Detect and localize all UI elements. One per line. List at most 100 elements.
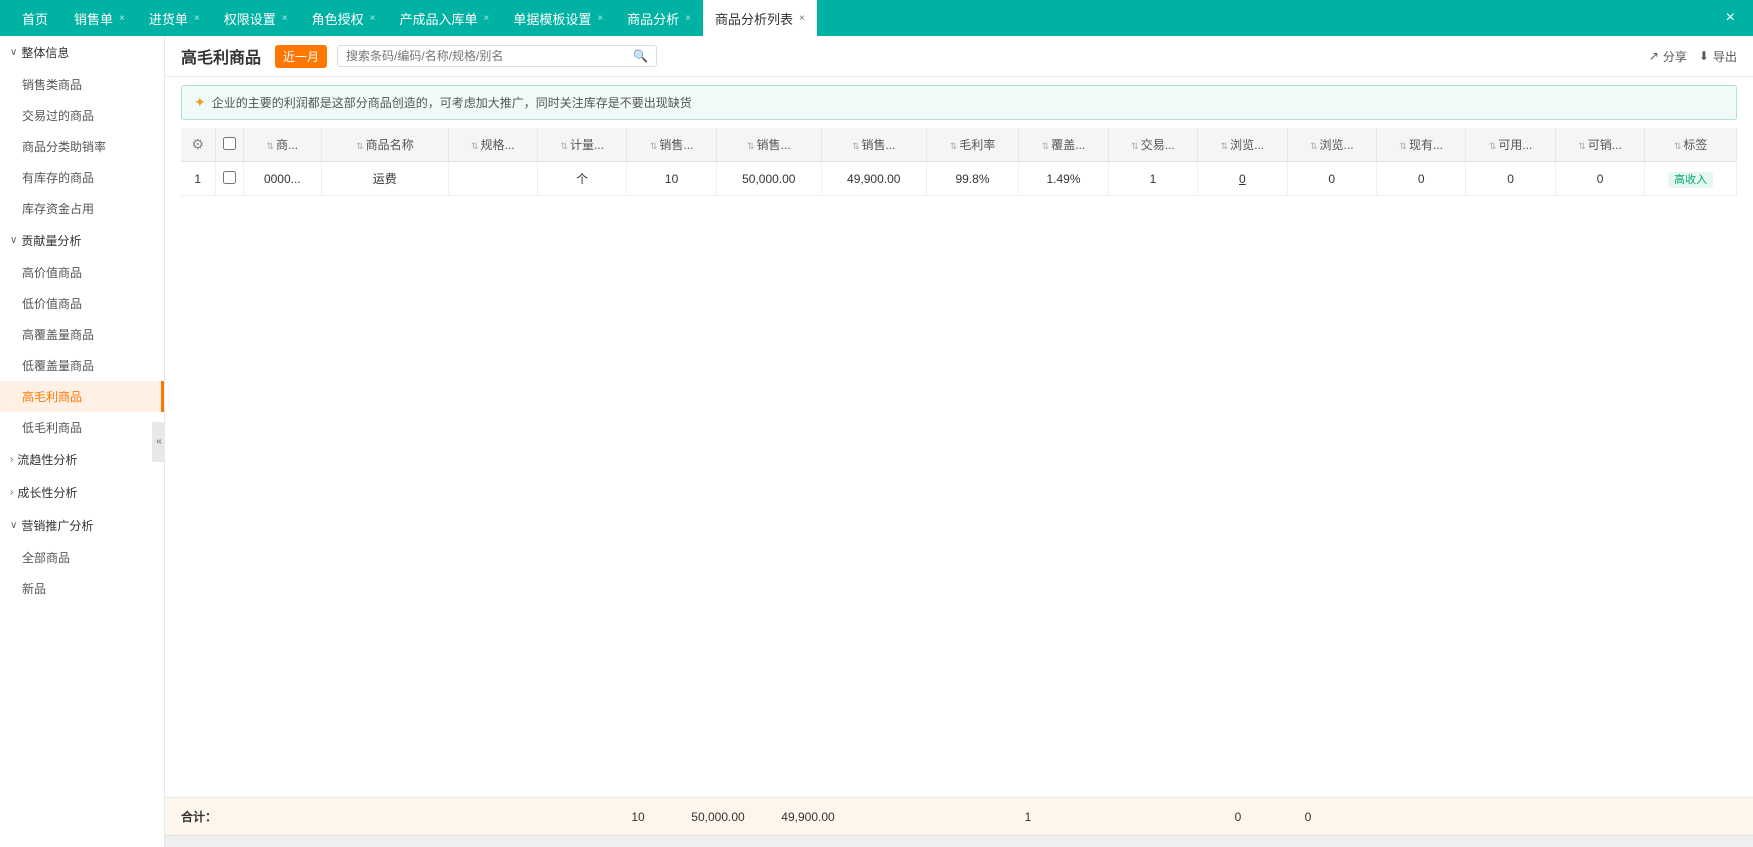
col-name[interactable]: ⇅商品名称 (322, 128, 448, 162)
sidebar-item-new-goods[interactable]: 新品 (0, 573, 164, 604)
cell-index: 1 (181, 162, 215, 196)
sidebar-group-trend-title: 流趋性分析 (17, 451, 77, 468)
tag-badge: 高收入 (1668, 172, 1713, 188)
nav-permission-label: 权限设置 (224, 9, 276, 28)
nav-template-close[interactable]: × (597, 13, 603, 24)
footer-spacer-unit (543, 810, 603, 824)
sidebar-item-category-assist[interactable]: 商品分类助销率 (0, 131, 164, 162)
search-icon[interactable]: 🔍 (633, 49, 648, 63)
cell-name: 运费 (322, 162, 448, 196)
sidebar-group-marketing[interactable]: ∨ 营销推广分析 (0, 509, 164, 542)
nav-home[interactable]: 首页 (8, 0, 62, 36)
footer-spacer-1 (261, 810, 295, 824)
nav-purchase-close[interactable]: × (194, 13, 200, 24)
nav-sales-close[interactable]: × (119, 13, 125, 24)
sidebar-item-low-coverage[interactable]: 低覆盖量商品 (0, 350, 164, 381)
col-gear: ⚙ (181, 128, 215, 162)
col-gross-margin[interactable]: ⇅毛利率 (926, 128, 1019, 162)
nav-product-analysis[interactable]: 商品分析 × (615, 0, 703, 36)
sidebar-group-overall[interactable]: ∨ 整体信息 (0, 36, 164, 69)
col-transactions[interactable]: ⇅交易... (1108, 128, 1197, 162)
cell-saleable-stock: 0 (1555, 162, 1644, 196)
table-header-row: ⚙ ⇅商... ⇅商品名称 ⇅规格... ⇅计量... ⇅销售... ⇅销售..… (181, 128, 1737, 162)
time-filter-btn[interactable]: 近一月 (275, 45, 327, 68)
nav-role-auth[interactable]: 角色授权 × (300, 0, 388, 36)
row-checkbox[interactable] (223, 171, 236, 184)
horizontal-scrollbar[interactable] (165, 835, 1753, 847)
views1-link[interactable]: 0 (1239, 172, 1246, 186)
content-header: 高毛利商品 近一月 🔍 ↗ 分享 ⬇ 导出 (165, 36, 1753, 77)
export-btn[interactable]: ⬇ 导出 (1699, 48, 1737, 65)
nav-product-analysis-list[interactable]: 商品分析列表 × (703, 0, 817, 36)
sidebar-group-growth[interactable]: › 成长性分析 (0, 476, 164, 509)
col-checkbox (215, 128, 243, 162)
sidebar-group-growth-title: 成长性分析 (17, 484, 77, 501)
cell-checkbox (215, 162, 243, 196)
search-input[interactable] (346, 49, 633, 63)
sidebar-item-stock-goods[interactable]: 有库存的商品 (0, 162, 164, 193)
arrow-overall: ∨ (10, 47, 17, 58)
footer-spacer-code (323, 810, 393, 824)
col-views2[interactable]: ⇅浏览... (1287, 128, 1376, 162)
sidebar-item-sales-goods[interactable]: 销售类商品 (0, 69, 164, 100)
nav-permission-settings[interactable]: 权限设置 × (212, 0, 300, 36)
nav-product-analysis-close[interactable]: × (685, 13, 691, 24)
sidebar: ∨ 整体信息 销售类商品 交易过的商品 商品分类助销率 有库存的商品 库存资金占… (0, 36, 165, 847)
footer-label: 合计： (181, 808, 261, 825)
cell-available-stock: 0 (1466, 162, 1555, 196)
col-sales-qty[interactable]: ⇅销售... (627, 128, 716, 162)
sidebar-item-low-margin[interactable]: 低毛利商品 (0, 412, 164, 443)
sidebar-group-marketing-title: 营销推广分析 (21, 517, 93, 534)
footer-sales-cost: 49,900.00 (763, 810, 853, 824)
share-btn[interactable]: ↗ 分享 (1649, 48, 1687, 65)
col-sales-cost[interactable]: ⇅销售... (821, 128, 926, 162)
gear-icon[interactable]: ⚙ (191, 136, 204, 152)
col-tag[interactable]: ⇅标签 (1645, 128, 1737, 162)
footer-spacer-name (393, 810, 473, 824)
table-wrapper: ⚙ ⇅商... ⇅商品名称 ⇅规格... ⇅计量... ⇅销售... ⇅销售..… (165, 128, 1753, 797)
nav-purchase-order[interactable]: 进货单 × (137, 0, 212, 36)
info-icon: ✦ (194, 94, 206, 111)
col-available-stock[interactable]: ⇅可用... (1466, 128, 1555, 162)
nav-product-warehousing[interactable]: 产成品入库单 × (387, 0, 501, 36)
sidebar-item-high-coverage[interactable]: 高覆盖量商品 (0, 319, 164, 350)
col-code[interactable]: ⇅商... (243, 128, 322, 162)
share-label: 分享 (1663, 48, 1687, 65)
cell-tag: 高收入 (1645, 162, 1737, 196)
nav-template-label: 单据模板设置 (513, 9, 591, 28)
footer-sales-amt: 50,000.00 (673, 810, 763, 824)
col-saleable-stock[interactable]: ⇅可销... (1555, 128, 1644, 162)
sidebar-item-all-goods[interactable]: 全部商品 (0, 542, 164, 573)
nav-product-analysis-list-label: 商品分析列表 (715, 9, 793, 28)
sidebar-group-trend[interactable]: › 流趋性分析 (0, 443, 164, 476)
nav-role-close[interactable]: × (370, 13, 376, 24)
col-views1[interactable]: ⇅浏览... (1198, 128, 1287, 162)
sidebar-item-low-value[interactable]: 低价值商品 (0, 288, 164, 319)
export-icon: ⬇ (1699, 49, 1709, 63)
footer-spacer-2 (295, 810, 323, 824)
sidebar-item-high-margin[interactable]: 高毛利商品 (0, 381, 164, 412)
select-all-checkbox[interactable] (223, 137, 236, 150)
col-sales-amt[interactable]: ⇅销售... (716, 128, 821, 162)
col-current-stock[interactable]: ⇅现有... (1376, 128, 1465, 162)
col-spec[interactable]: ⇅规格... (448, 128, 537, 162)
data-table: ⚙ ⇅商... ⇅商品名称 ⇅规格... ⇅计量... ⇅销售... ⇅销售..… (181, 128, 1737, 196)
nav-purchase-label: 进货单 (149, 9, 188, 28)
nav-product-analysis-list-close[interactable]: × (799, 13, 805, 24)
col-unit[interactable]: ⇅计量... (537, 128, 626, 162)
nav-sales-order[interactable]: 销售单 × (62, 0, 137, 36)
share-icon: ↗ (1649, 49, 1659, 63)
sidebar-item-stock-capital[interactable]: 库存资金占用 (0, 193, 164, 224)
sidebar-collapse-btn[interactable]: « (152, 422, 165, 462)
col-coverage[interactable]: ⇅覆盖... (1019, 128, 1108, 162)
sidebar-group-contribution[interactable]: ∨ 贡献量分析 (0, 224, 164, 257)
nav-sales-label: 销售单 (74, 9, 113, 28)
footer-sales-qty: 10 (603, 810, 673, 824)
sidebar-item-traded-goods[interactable]: 交易过的商品 (0, 100, 164, 131)
sidebar-item-high-value[interactable]: 高价值商品 (0, 257, 164, 288)
nav-template-settings[interactable]: 单据模板设置 × (501, 0, 615, 36)
nav-close-all[interactable]: × (1716, 9, 1745, 27)
nav-product-close[interactable]: × (483, 13, 489, 24)
nav-permission-close[interactable]: × (282, 13, 288, 24)
nav-product-analysis-label: 商品分析 (627, 9, 679, 28)
